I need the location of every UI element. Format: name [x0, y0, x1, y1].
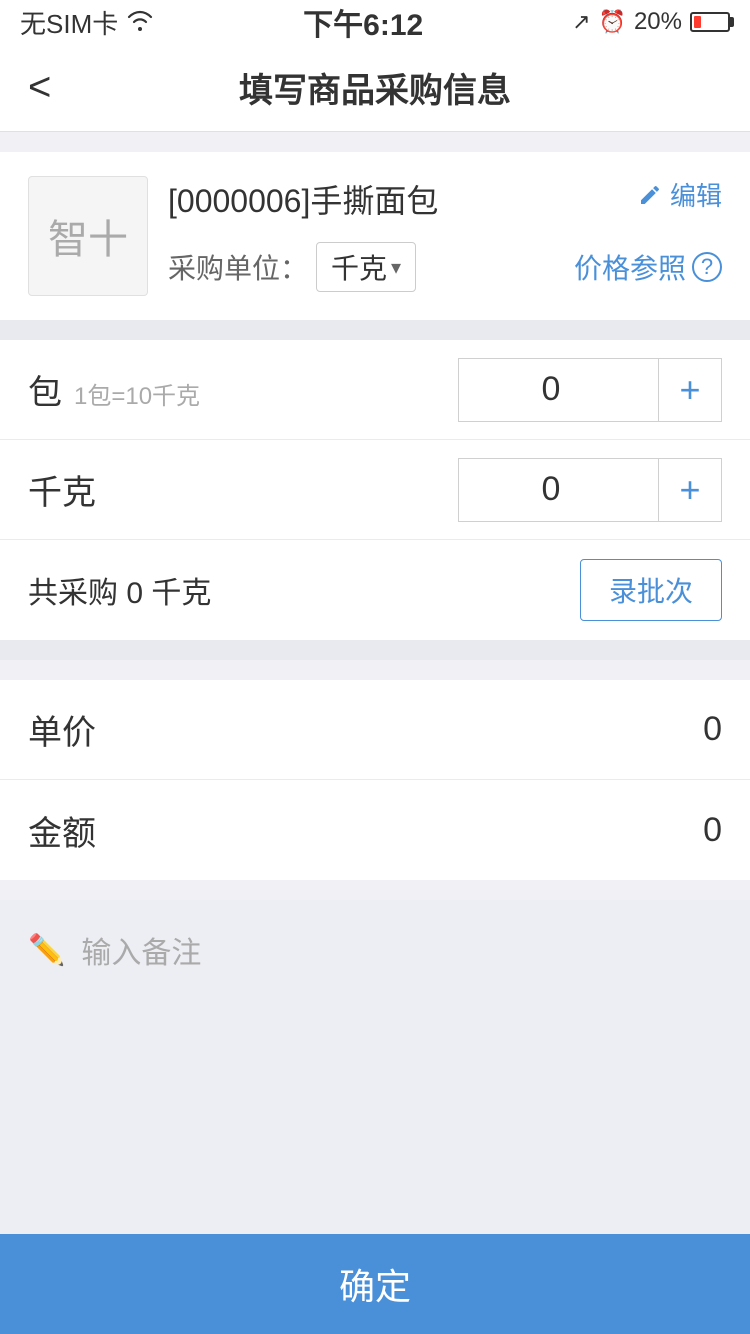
bao-input-right: +	[458, 358, 722, 422]
edit-label: 编辑	[670, 176, 722, 213]
bao-label: 包	[28, 365, 62, 414]
product-info: [0000006]手撕面包 编辑 采购单位： 千克 ▾ 价格参照 ?	[168, 176, 722, 292]
wifi-icon	[126, 7, 154, 38]
confirm-button[interactable]: 确定	[0, 1234, 750, 1334]
status-left: 无SIM卡	[20, 4, 154, 41]
bao-quantity-input[interactable]	[458, 358, 658, 422]
notes-placeholder: 输入备注	[81, 928, 201, 972]
total-text: 共采购 0 千克	[28, 568, 211, 612]
unit-price-value: 0	[703, 710, 722, 749]
kg-plus-button[interactable]: +	[658, 458, 722, 522]
product-image: 智十	[28, 176, 148, 296]
page-title: 填写商品采购信息	[239, 63, 511, 112]
unit-value: 千克	[331, 247, 387, 287]
batch-button[interactable]: 录批次	[580, 559, 722, 621]
battery-icon	[690, 12, 730, 32]
carrier-label: 无SIM卡	[20, 4, 118, 41]
bao-input-row: 包 1包=10千克 +	[0, 340, 750, 440]
kg-label-text: 千克	[28, 465, 96, 514]
price-ref-label: 价格参照	[574, 247, 686, 287]
amount-value: 0	[703, 811, 722, 850]
back-button[interactable]: <	[28, 65, 51, 110]
total-row: 共采购 0 千克 录批次	[0, 540, 750, 640]
alarm-icon: ⏰	[599, 9, 626, 35]
status-time: 下午6:12	[303, 0, 423, 44]
product-card: 智十 [0000006]手撕面包 编辑 采购单位： 千克 ▾ 价格参照 ?	[0, 152, 750, 320]
price-section: 单价 0 金额 0	[0, 680, 750, 880]
location-icon: ↗	[572, 9, 590, 35]
kg-input-row: 千克 +	[0, 440, 750, 540]
bao-sublabel: 1包=10千克	[74, 376, 200, 411]
status-bar: 无SIM卡 下午6:12 ↗ ⏰ 20%	[0, 0, 750, 44]
separator-2	[0, 640, 750, 660]
notes-section[interactable]: ✏️ 输入备注	[0, 900, 750, 1000]
pencil-icon: ✏️	[28, 933, 65, 968]
separator-1	[0, 320, 750, 340]
product-logo: 智十	[48, 207, 128, 265]
unit-select[interactable]: 千克 ▾	[316, 242, 416, 292]
kg-quantity-input[interactable]	[458, 458, 658, 522]
amount-row: 金额 0	[0, 780, 750, 880]
bao-plus-button[interactable]: +	[658, 358, 722, 422]
product-unit-row: 采购单位： 千克 ▾ 价格参照 ?	[168, 242, 722, 292]
price-ref-button[interactable]: 价格参照 ?	[574, 247, 722, 287]
unit-price-row: 单价 0	[0, 680, 750, 780]
kg-input-right: +	[458, 458, 722, 522]
unit-label: 采购单位：	[168, 247, 308, 287]
amount-label: 金额	[28, 806, 96, 855]
product-name: [0000006]手撕面包	[168, 176, 638, 222]
bao-label-group: 包 1包=10千克	[28, 365, 200, 414]
status-right: ↗ ⏰ 20%	[572, 8, 730, 36]
nav-bar: < 填写商品采购信息	[0, 44, 750, 132]
product-info-top: [0000006]手撕面包 编辑	[168, 176, 722, 222]
battery-pct: 20%	[634, 8, 682, 36]
input-section: 包 1包=10千克 + 千克 +	[0, 340, 750, 540]
kg-label: 千克	[28, 465, 96, 514]
unit-price-label: 单价	[28, 705, 96, 754]
info-icon: ?	[692, 252, 722, 282]
chevron-down-icon: ▾	[391, 255, 401, 280]
edit-button[interactable]: 编辑	[638, 176, 722, 213]
